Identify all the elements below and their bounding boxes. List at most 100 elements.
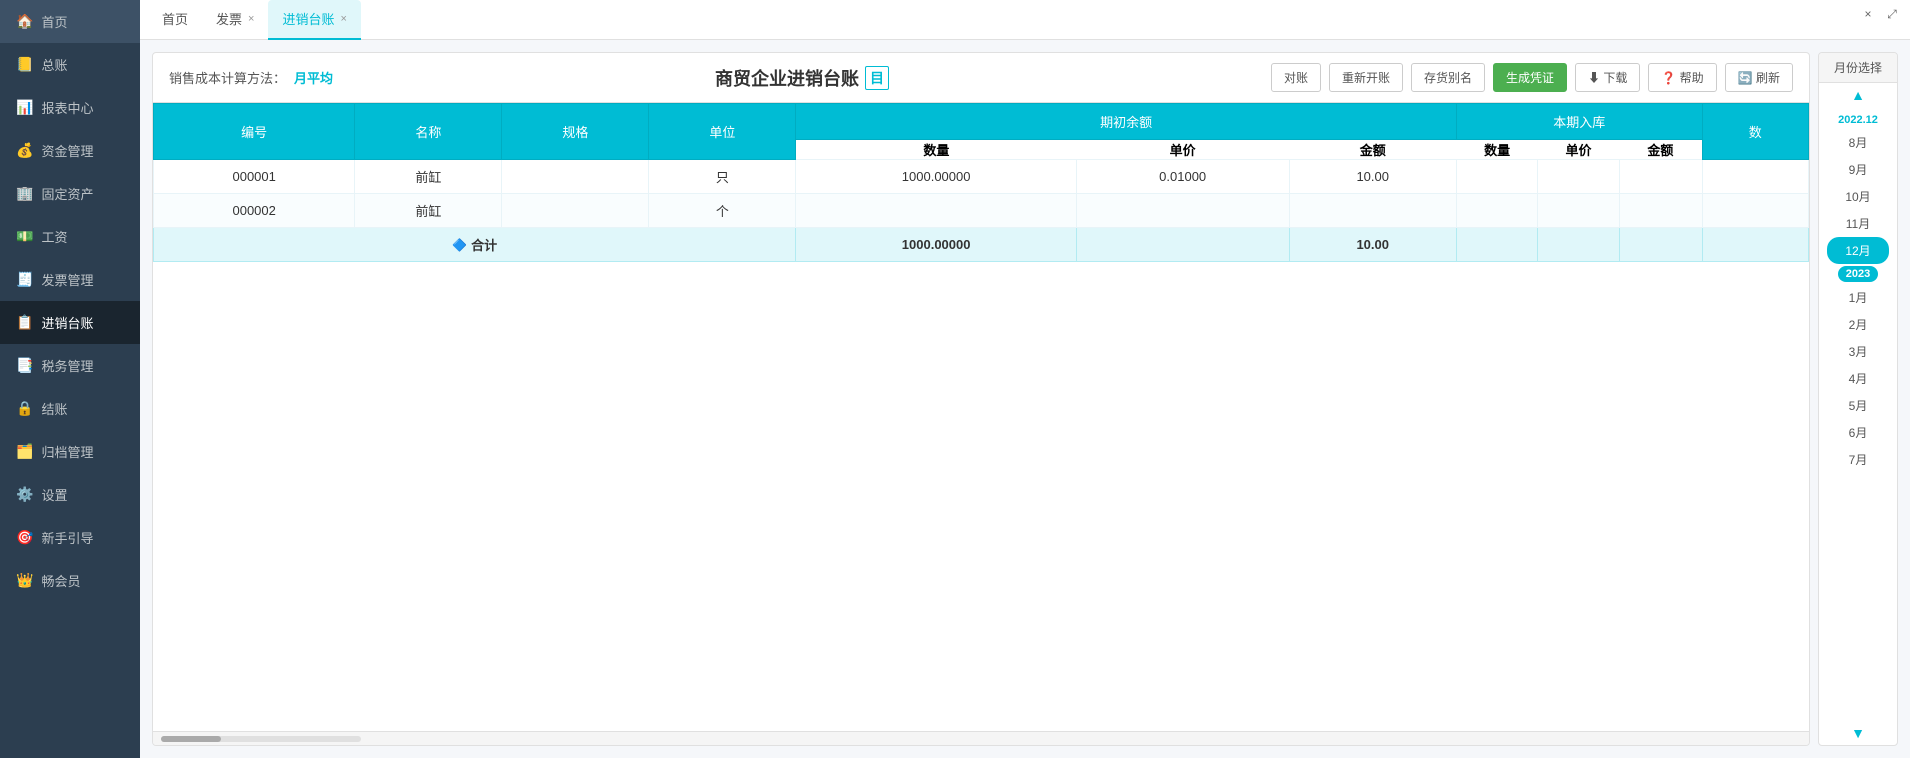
archive-icon: 🗂️ [16, 443, 33, 460]
sidebar-item-guide[interactable]: 🎯 新手引导 [0, 516, 140, 559]
sidebar-item-stockledger[interactable]: 📋 进销台账 [0, 301, 140, 344]
month-item-8[interactable]: 8月 [1819, 129, 1897, 156]
sidebar-item-tax[interactable]: 📑 税务管理 [0, 344, 140, 387]
page-panel: 销售成本计算方法： 月平均 商贸企业进销台账 目 对账 重新开账 存货别名 生成… [152, 52, 1810, 746]
total-inbound-amount [1619, 228, 1702, 262]
sidebar-item-payroll[interactable]: 💵 工资 [0, 215, 140, 258]
save-alias-button[interactable]: 存货别名 [1411, 63, 1485, 92]
refresh-button[interactable]: 🔄 刷新 [1725, 63, 1793, 92]
guide-icon: 🎯 [16, 529, 33, 546]
tab-bar: 首页 发票 × 进销台账 × [140, 0, 1910, 40]
cell-spec [502, 160, 649, 194]
cell-inbound-amount [1619, 160, 1702, 194]
main-area: × ⤢ 首页 发票 × 进销台账 × 销售成本计算方法： 月平均 商贸 [140, 0, 1910, 758]
col-header-name: 名称 [355, 104, 502, 160]
year-2023-label: 2023 [1838, 266, 1878, 282]
toolbar-left: 销售成本计算方法： 月平均 [169, 68, 333, 87]
col-header-unit: 单位 [649, 104, 796, 160]
help-icon: ❓ [1661, 71, 1676, 85]
reports-icon: 📊 [16, 99, 33, 116]
tab-stockledger-close[interactable]: × [340, 13, 346, 25]
scrollbar-thumb[interactable] [161, 736, 221, 742]
col-header-code: 编号 [154, 104, 355, 160]
tab-invoice-close[interactable]: × [248, 13, 254, 25]
sidebar-item-invoices[interactable]: 🧾 发票管理 [0, 258, 140, 301]
month-item-3[interactable]: 3月 [1819, 338, 1897, 365]
stockledger-icon: 📋 [16, 314, 33, 331]
col-header-opening-qty: 数量 [796, 140, 1076, 160]
total-extra [1702, 228, 1808, 262]
col-header-opening-price: 单价 [1076, 140, 1289, 160]
toolbar-right: 对账 重新开账 存货别名 生成凭证 ⬇ 下载 ❓ 帮助 🔄 刷新 [1271, 63, 1793, 92]
month-item-5[interactable]: 5月 [1819, 392, 1897, 419]
col-header-spec: 规格 [502, 104, 649, 160]
window-maximize-button[interactable]: ⤢ [1882, 4, 1902, 24]
funds-icon: 💰 [16, 142, 33, 159]
match-button[interactable]: 对账 [1271, 63, 1321, 92]
month-item-6[interactable]: 6月 [1819, 419, 1897, 446]
month-item-11[interactable]: 11月 [1819, 210, 1897, 237]
cost-method-value: 月平均 [294, 68, 333, 87]
download-button[interactable]: ⬇ 下载 [1575, 63, 1640, 92]
cell-opening-amount: 10.00 [1289, 160, 1456, 194]
cell-inbound-price [1538, 160, 1619, 194]
total-row: 🔷 合计 1000.00000 10.00 [154, 228, 1809, 262]
month-item-4[interactable]: 4月 [1819, 365, 1897, 392]
cell-inbound-amount [1619, 194, 1702, 228]
sidebar-item-ledger[interactable]: 📒 总账 [0, 43, 140, 86]
table-row: 000001 前缸 只 1000.00000 0.01000 10.00 [154, 160, 1809, 194]
toolbar-center: 商贸企业进销台账 目 [715, 65, 889, 91]
window-close-button[interactable]: × [1858, 4, 1878, 24]
ledger-icon: 📒 [16, 56, 33, 73]
total-inbound-price [1538, 228, 1619, 262]
cell-opening-price [1076, 194, 1289, 228]
table-container: 编号 名称 规格 单位 期初余额 本期入库 数 数量 单价 金额 数 [153, 103, 1809, 731]
cell-name: 前缸 [355, 194, 502, 228]
cell-opening-qty: 1000.00000 [796, 160, 1076, 194]
scroll-down-button[interactable]: ▼ [1819, 721, 1897, 745]
tab-stockledger[interactable]: 进销台账 × [268, 0, 360, 40]
month-item-1[interactable]: 1月 [1819, 284, 1897, 311]
tab-invoice[interactable]: 发票 × [202, 0, 268, 40]
reopen-button[interactable]: 重新开账 [1329, 63, 1403, 92]
sidebar-item-archive[interactable]: 🗂️ 归档管理 [0, 430, 140, 473]
cell-unit: 只 [649, 160, 796, 194]
help-button[interactable]: ❓ 帮助 [1648, 63, 1716, 92]
payroll-icon: 💵 [16, 228, 33, 245]
sidebar-item-settings[interactable]: ⚙️ 设置 [0, 473, 140, 516]
window-controls: × ⤢ [1850, 0, 1910, 28]
cell-unit: 个 [649, 194, 796, 228]
page-title: 商贸企业进销台账 [715, 65, 859, 91]
cell-extra [1702, 194, 1808, 228]
doc-icon[interactable]: 目 [865, 66, 889, 90]
tab-home[interactable]: 首页 [148, 0, 202, 40]
cell-opening-price: 0.01000 [1076, 160, 1289, 194]
year-2022-label: 2022.12 [1838, 111, 1878, 129]
table-row: 000002 前缸 个 [154, 194, 1809, 228]
refresh-icon: 🔄 [1738, 71, 1753, 85]
generate-button[interactable]: 生成凭证 [1493, 63, 1567, 92]
sidebar-item-member[interactable]: 👑 畅会员 [0, 559, 140, 602]
cell-code: 000002 [154, 194, 355, 228]
settings-icon: ⚙️ [16, 486, 33, 503]
month-item-9[interactable]: 9月 [1819, 156, 1897, 183]
scrollbar-track[interactable] [161, 736, 361, 742]
col-header-inbound-qty: 数量 [1456, 140, 1537, 160]
cell-code: 000001 [154, 160, 355, 194]
sidebar-item-assets[interactable]: 🏢 固定资产 [0, 172, 140, 215]
tax-icon: 📑 [16, 357, 33, 374]
month-item-2[interactable]: 2月 [1819, 311, 1897, 338]
month-item-7[interactable]: 7月 [1819, 446, 1897, 473]
month-scroll: 2022.12 8月 9月 10月 11月 12月 2023 1月 2月 3月 … [1819, 107, 1897, 721]
month-item-10[interactable]: 10月 [1819, 183, 1897, 210]
sidebar-item-funds[interactable]: 💰 资金管理 [0, 129, 140, 172]
cell-name: 前缸 [355, 160, 502, 194]
sidebar-item-close[interactable]: 🔒 结账 [0, 387, 140, 430]
sidebar-item-reports[interactable]: 📊 报表中心 [0, 86, 140, 129]
total-opening-price [1076, 228, 1289, 262]
scroll-up-button[interactable]: ▲ [1819, 83, 1897, 107]
col-header-opening-amount: 金额 [1289, 140, 1456, 160]
sidebar-item-home[interactable]: 🏠 首页 [0, 0, 140, 43]
month-item-12[interactable]: 12月 [1827, 237, 1889, 264]
cell-inbound-qty [1456, 194, 1537, 228]
